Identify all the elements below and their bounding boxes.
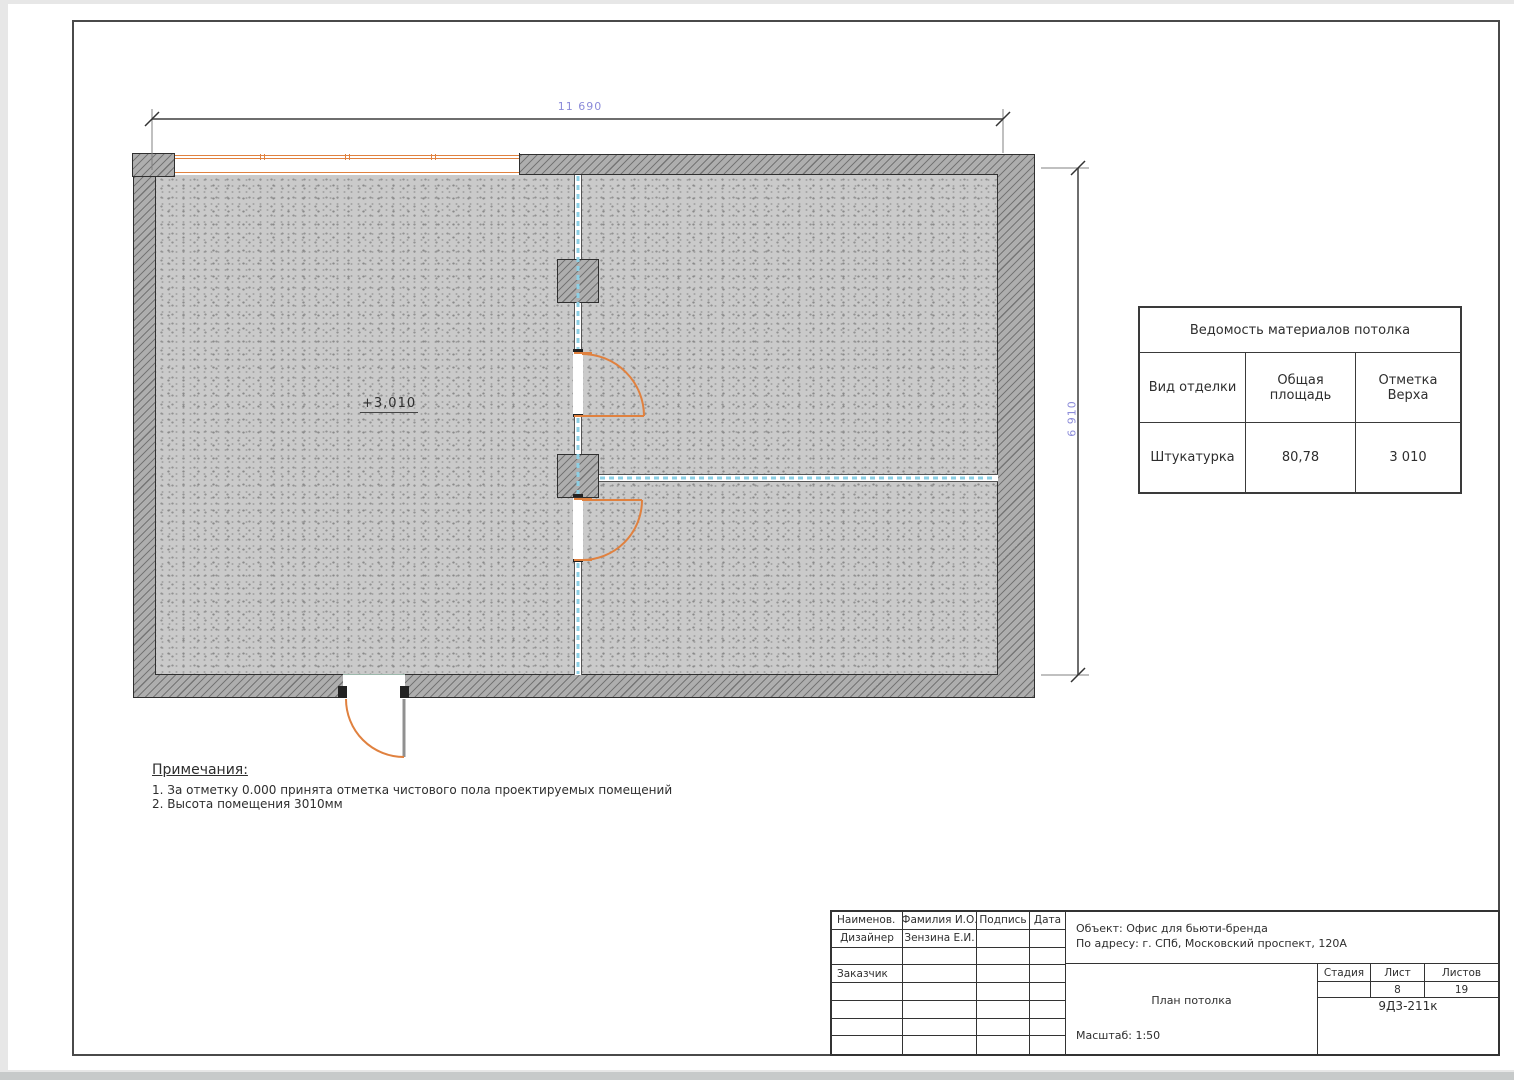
stage-label: Стадия — [1318, 964, 1371, 982]
ceiling-elevation-label: +3,010 — [360, 396, 419, 413]
note-item: 1. За отметку 0.000 принята отметка чист… — [152, 783, 673, 797]
tb-cell — [903, 1000, 977, 1019]
sheet-value: 8 — [1371, 982, 1425, 998]
tb-cell — [1030, 929, 1066, 948]
tb-cell — [977, 929, 1030, 948]
tb-header-cell: Дата — [1030, 912, 1066, 930]
window-frame-line — [175, 155, 519, 156]
partition-wall-horizontal — [599, 474, 998, 482]
window-band — [175, 153, 520, 175]
tb-cell — [977, 1018, 1030, 1037]
tb-header-cell: Фамилия И.О. — [903, 912, 977, 930]
tb-cell — [977, 983, 1030, 1001]
tb-cell — [832, 983, 903, 1001]
tb-cell: Заказчик — [832, 965, 903, 983]
stage-value — [1318, 982, 1371, 998]
drawing-title: План потолка — [1151, 994, 1232, 1007]
tb-cell — [832, 947, 903, 966]
object-info: Объект: Офис для бьюти-бренда По адресу:… — [1066, 912, 1498, 964]
tb-cell — [1030, 1000, 1066, 1019]
drawing-title-cell: План потолка Масштаб: 1:50 — [1066, 964, 1318, 1054]
materials-value-area: 80,78 — [1246, 423, 1356, 492]
materials-table: Ведомость материалов потолка Вид отделки… — [1138, 306, 1462, 494]
tb-cell — [1030, 1036, 1066, 1054]
document-code: 9Д3-211к — [1378, 999, 1438, 1013]
sheet-edge-band — [0, 1072, 1514, 1080]
tb-cell — [1030, 1018, 1066, 1037]
tb-cell — [903, 1018, 977, 1037]
window-mullion — [431, 154, 432, 160]
tb-cell — [977, 1000, 1030, 1019]
address-line: По адресу: г. СПб, Московский проспект, … — [1076, 937, 1347, 950]
sheet-label: Лист — [1371, 964, 1425, 982]
column-pier — [557, 454, 599, 498]
window-frame-line — [175, 158, 519, 159]
materials-col-finish: Вид отделки — [1140, 353, 1246, 423]
window-mullion — [260, 154, 261, 160]
note-item: 2. Высота помещения 3010мм — [152, 797, 343, 811]
window-sill-line — [175, 172, 519, 173]
notes-title: Примечания: — [152, 762, 248, 778]
tb-header-cell: Наименов. — [832, 912, 903, 930]
window-mullion — [345, 154, 346, 160]
tb-cell — [977, 947, 1030, 966]
wall-corner-pier — [132, 153, 175, 177]
tb-cell — [903, 983, 977, 1001]
materials-value-finish: Штукатурка — [1140, 423, 1246, 492]
tb-cell — [832, 1000, 903, 1019]
partition-wall-vertical — [574, 562, 582, 675]
dimension-width-label: 11 690 — [557, 100, 603, 113]
tb-cell — [977, 1036, 1030, 1054]
materials-value-mark: 3 010 — [1389, 450, 1427, 465]
sheets-label: Листов — [1425, 964, 1498, 982]
window-mullion — [435, 154, 436, 160]
dimension-height-label: 6 910 — [1065, 400, 1079, 437]
tb-cell — [903, 947, 977, 966]
tb-cell — [903, 965, 977, 983]
window-mullion — [349, 154, 350, 160]
drawing-scale: Масштаб: 1:50 — [1076, 1029, 1161, 1042]
signature-table: Наименов. Фамилия И.О. Подпись Дата Диза… — [832, 912, 1066, 1054]
materials-col-mark: Отметка Верха — [1356, 353, 1460, 423]
door-opening-1 — [573, 352, 583, 417]
materials-table-title: Ведомость материалов потолка — [1140, 308, 1460, 353]
tb-cell — [903, 1036, 977, 1054]
title-block: Наименов. Фамилия И.О. Подпись Дата Диза… — [830, 910, 1500, 1056]
tb-cell — [1030, 983, 1066, 1001]
tb-cell: Дизайнер — [832, 929, 903, 948]
tb-cell — [832, 1036, 903, 1054]
entrance-opening — [343, 674, 405, 699]
sheets-value: 19 — [1425, 982, 1498, 998]
notes-block: Примечания: 1. За отметку 0.000 принята … — [152, 763, 672, 811]
tb-cell: Зензина Е.И. — [903, 929, 977, 948]
door-opening-2 — [573, 497, 583, 562]
app-canvas: { "dims": { "width_label": "11 690", "he… — [0, 0, 1514, 1080]
tb-header-cell: Подпись — [977, 912, 1030, 930]
tb-cell — [977, 965, 1030, 983]
tb-cell — [1030, 947, 1066, 966]
column-pier — [557, 259, 599, 303]
tb-cell — [1030, 965, 1066, 983]
object-line: Объект: Офис для бьюти-бренда — [1076, 922, 1268, 935]
window-mullion — [264, 154, 265, 160]
stage-sheet-table: Стадия Лист Листов 8 19 9Д3-211к — [1318, 964, 1498, 1054]
materials-col-area: Общая площадь — [1246, 353, 1356, 423]
tb-cell — [832, 1018, 903, 1037]
